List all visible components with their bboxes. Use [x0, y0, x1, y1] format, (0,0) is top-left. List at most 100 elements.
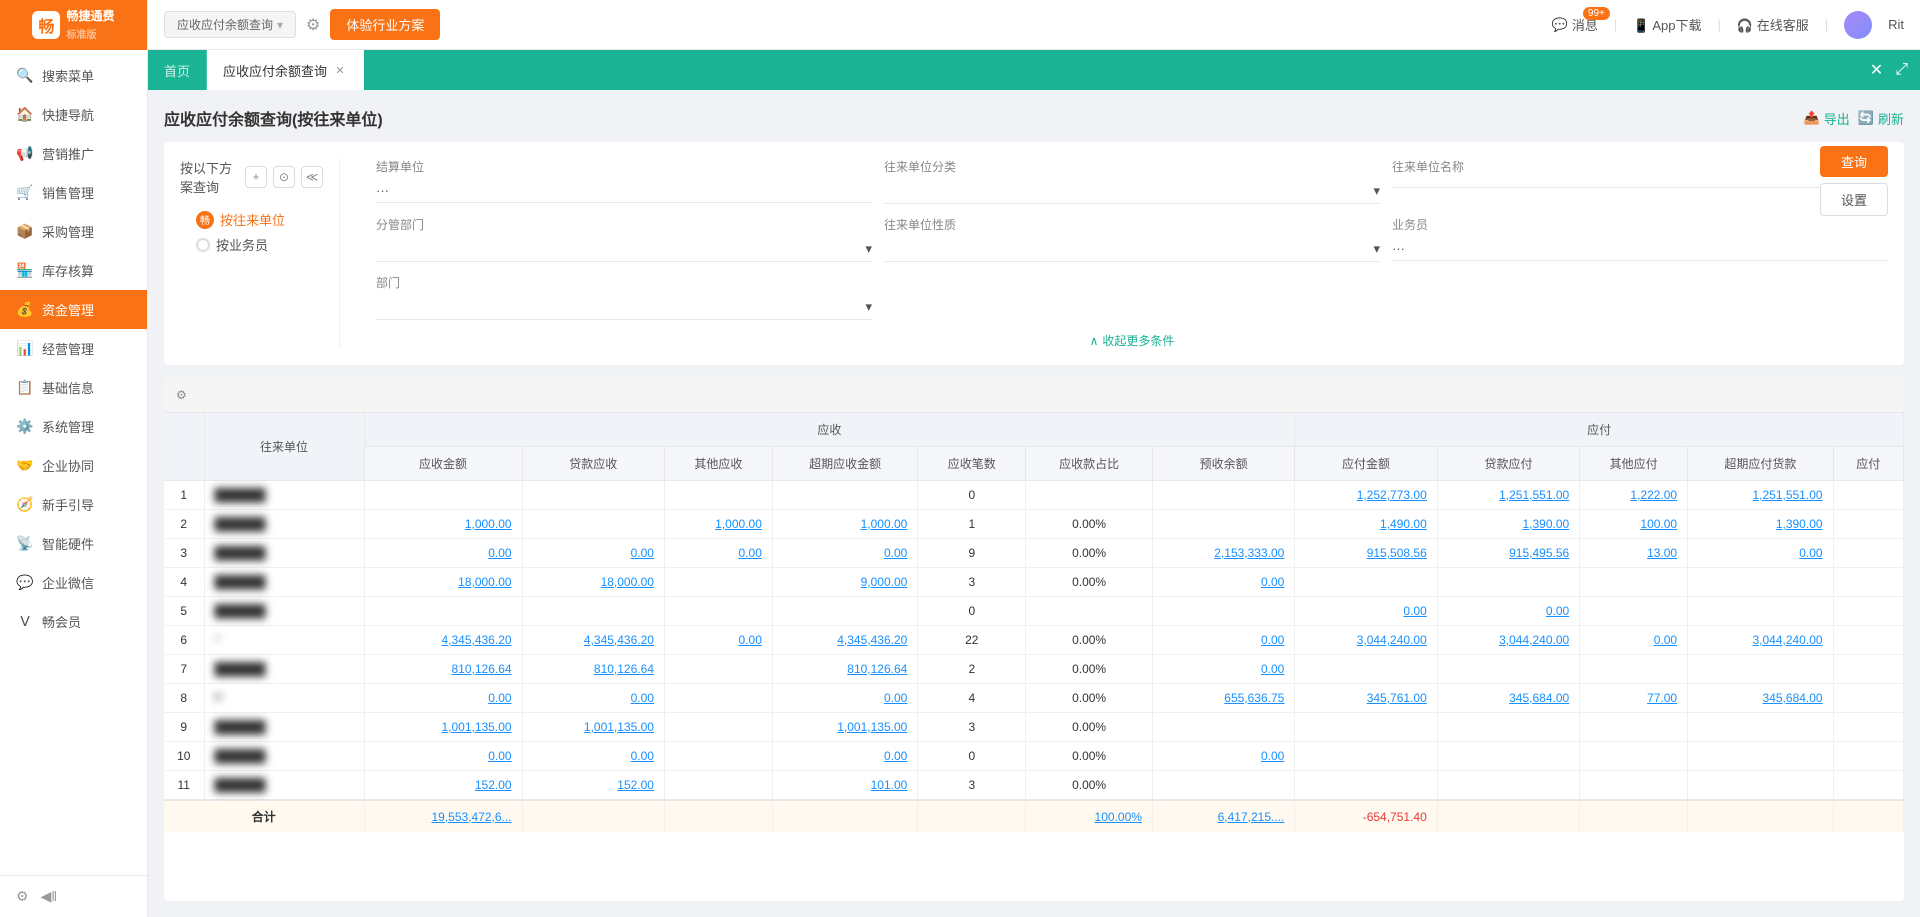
cell-value[interactable]: 4,345,436.20 [522, 626, 664, 655]
cell-value[interactable]: 0.00 [1152, 568, 1294, 597]
cell-value[interactable]: 1,222.00 [1580, 481, 1688, 510]
cell-value[interactable]: 3,044,240.00 [1688, 626, 1833, 655]
cell-value[interactable]: 0.00 [664, 539, 772, 568]
sidebar-item-guide[interactable]: 🧭 新手引导 [0, 485, 147, 524]
cell-value[interactable]: 0.00 [522, 539, 664, 568]
cell-value[interactable]: 101.00 [772, 771, 917, 801]
filter-option-by-staff[interactable]: 按业务员 [196, 235, 323, 254]
field-unit-nature-input[interactable]: ▾ [884, 237, 1380, 262]
cell-value[interactable]: 345,761.00 [1295, 684, 1437, 713]
cell-value[interactable]: 0.00 [772, 742, 917, 771]
cell-value[interactable]: 0.00 [1295, 597, 1437, 626]
tabbar-expand-icon[interactable]: ⤢ [1895, 61, 1908, 79]
cell-value[interactable]: 0.00 [772, 539, 917, 568]
cell-value[interactable]: 152.00 [364, 771, 522, 801]
tab-home[interactable]: 首页 [148, 50, 207, 90]
service-button[interactable]: 🎧 在线客服 [1737, 15, 1809, 34]
cell-value[interactable]: 915,508.56 [1295, 539, 1437, 568]
cell-value[interactable]: 77.00 [1580, 684, 1688, 713]
total-ar-prepay[interactable]: 6,417,215.... [1152, 800, 1294, 832]
sidebar-item-inventory[interactable]: 🏪 库存核算 [0, 251, 147, 290]
sidebar-item-fund[interactable]: 💰 资金管理 [0, 290, 147, 329]
sidebar-item-enterprise[interactable]: 🤝 企业协同 [0, 446, 147, 485]
settings-icon[interactable]: ⚙ [16, 888, 29, 905]
filter-collapse-icon[interactable]: ≪ [301, 166, 323, 188]
cell-value[interactable]: 0.00 [364, 684, 522, 713]
cell-value[interactable]: 1,001,135.00 [522, 713, 664, 742]
cell-value[interactable]: 1,000.00 [364, 510, 522, 539]
cell-value[interactable]: 1,390.00 [1437, 510, 1579, 539]
cell-value[interactable]: 1,390.00 [1688, 510, 1833, 539]
cell-value[interactable]: 3,044,240.00 [1295, 626, 1437, 655]
avatar[interactable] [1844, 11, 1872, 39]
cell-value[interactable]: 4,345,436.20 [772, 626, 917, 655]
cell-value[interactable]: 915,495.56 [1437, 539, 1579, 568]
cell-value[interactable]: 0.00 [364, 742, 522, 771]
filter-add-icon[interactable]: + [245, 166, 267, 188]
cell-value[interactable]: 152.00 [522, 771, 664, 801]
cell-value[interactable]: 0.00 [364, 539, 522, 568]
tab-arquery[interactable]: 应收应付余额查询 ✕ [207, 50, 364, 90]
cell-value[interactable]: 0.00 [1580, 626, 1688, 655]
sidebar-item-wechat[interactable]: 💬 企业微信 [0, 563, 147, 602]
cell-value[interactable]: 810,126.64 [522, 655, 664, 684]
cell-value[interactable]: 100.00 [1580, 510, 1688, 539]
cell-value[interactable]: 810,126.64 [772, 655, 917, 684]
field-department-input[interactable]: ▾ [376, 295, 872, 320]
cell-value[interactable]: 1,001,135.00 [364, 713, 522, 742]
cell-value[interactable]: 4,345,436.20 [364, 626, 522, 655]
cell-value[interactable]: 2,153,333.00 [1152, 539, 1294, 568]
collapse-button[interactable]: ∧ 收起更多条件 [376, 332, 1888, 349]
export-button[interactable]: 📤 导出 [1804, 109, 1850, 128]
sidebar-item-vip[interactable]: Ⅴ 畅会员 [0, 602, 147, 641]
tabbar-close-icon[interactable]: ✕ [1870, 60, 1883, 80]
field-unit-name-input[interactable] [1392, 179, 1888, 188]
cell-value[interactable]: 0.00 [522, 684, 664, 713]
cell-value[interactable]: 3,044,240.00 [1437, 626, 1579, 655]
topbar-gear-icon[interactable]: ⚙ [306, 15, 320, 35]
settings-button[interactable]: 设置 [1820, 183, 1888, 216]
cell-value[interactable]: 345,684.00 [1688, 684, 1833, 713]
cell-value[interactable]: 1,252,773.00 [1295, 481, 1437, 510]
cell-value[interactable]: 0.00 [1152, 742, 1294, 771]
sidebar-item-sales[interactable]: 🛒 销售管理 [0, 173, 147, 212]
collapse-icon[interactable]: ◀‖ [41, 888, 58, 905]
sidebar-item-hardware[interactable]: 📡 智能硬件 [0, 524, 147, 563]
tab-close-icon[interactable]: ✕ [333, 63, 347, 77]
sidebar-item-marketing[interactable]: 📢 营销推广 [0, 134, 147, 173]
cell-value[interactable]: 1,000.00 [772, 510, 917, 539]
refresh-button[interactable]: 🔄 刷新 [1858, 109, 1904, 128]
cell-value[interactable]: 1,000.00 [664, 510, 772, 539]
sidebar-item-search[interactable]: 🔍 搜索菜单 [0, 56, 147, 95]
sidebar-item-quicknav[interactable]: 🏠 快捷导航 [0, 95, 147, 134]
field-dept-input[interactable]: ▾ [376, 237, 872, 262]
cell-value[interactable]: 0.00 [772, 684, 917, 713]
cell-value[interactable]: 18,000.00 [364, 568, 522, 597]
filter-settings-icon[interactable]: ⊙ [273, 166, 295, 188]
cell-value[interactable]: 345,684.00 [1437, 684, 1579, 713]
cell-value[interactable]: 1,001,135.00 [772, 713, 917, 742]
message-button[interactable]: 💬 消息 99+ [1552, 15, 1598, 34]
field-settlement-unit-input[interactable]: ··· [376, 179, 872, 203]
filter-option-by-unit[interactable]: 畅 按往来单位 [196, 210, 323, 229]
field-salesperson-input[interactable]: ··· [1392, 237, 1888, 261]
cell-value[interactable]: 655,636.75 [1152, 684, 1294, 713]
app-download-button[interactable]: 📱 App下载 [1633, 15, 1701, 34]
field-unit-category-input[interactable]: ▾ [884, 179, 1380, 204]
cell-value[interactable]: 13.00 [1580, 539, 1688, 568]
query-button[interactable]: 查询 [1820, 146, 1888, 177]
sidebar-item-purchase[interactable]: 📦 采购管理 [0, 212, 147, 251]
cell-value[interactable]: 0.00 [1437, 597, 1579, 626]
cell-value[interactable]: 0.00 [1152, 626, 1294, 655]
cell-value[interactable]: 9,000.00 [772, 568, 917, 597]
total-ar[interactable]: 19,553,472,6... [364, 800, 522, 832]
cell-value[interactable]: 18,000.00 [522, 568, 664, 597]
cell-value[interactable]: 0.00 [522, 742, 664, 771]
table-config-icon[interactable]: ⚙ [176, 388, 187, 402]
cell-value[interactable]: 0.00 [1688, 539, 1833, 568]
sidebar-item-operation[interactable]: 📊 经营管理 [0, 329, 147, 368]
sidebar-item-basic[interactable]: 📋 基础信息 [0, 368, 147, 407]
cell-value[interactable]: 0.00 [1152, 655, 1294, 684]
cell-value[interactable]: 1,251,551.00 [1688, 481, 1833, 510]
cell-value[interactable]: 0.00 [664, 626, 772, 655]
